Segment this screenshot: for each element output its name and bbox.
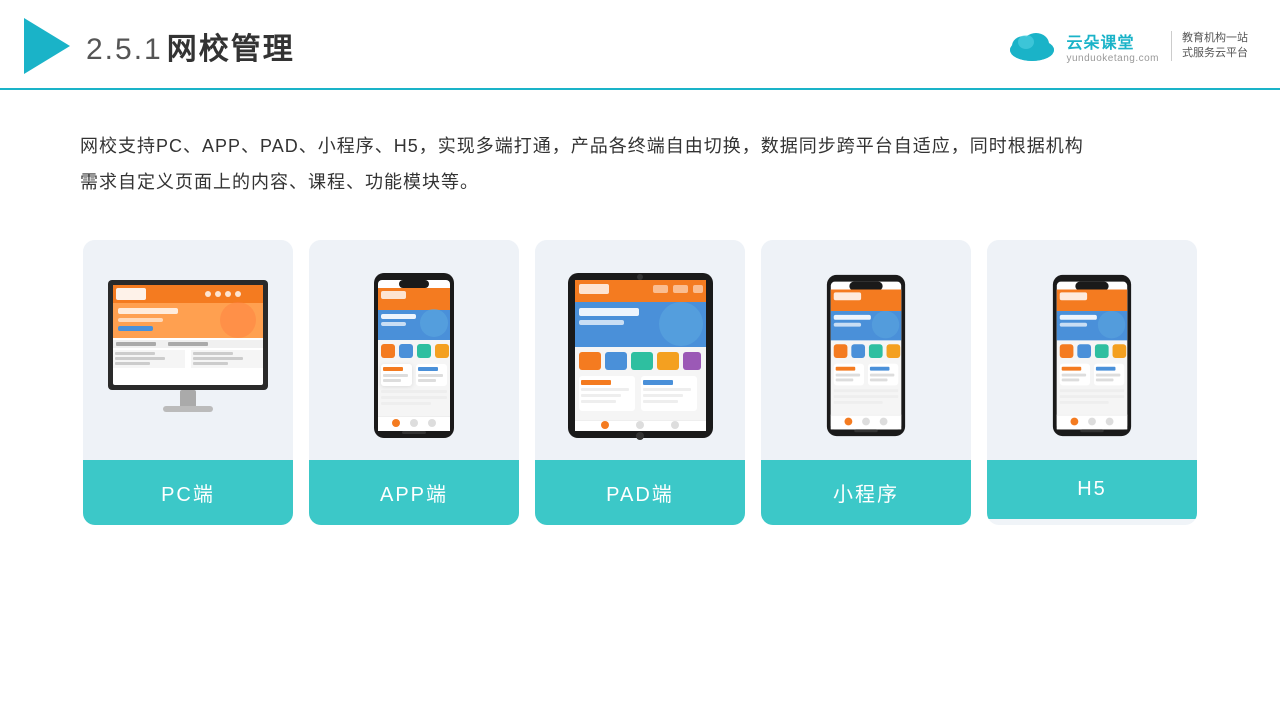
device-cards-container: PC端 (0, 220, 1280, 555)
h5-card: H5 (987, 240, 1197, 525)
app-card: APP端 (309, 240, 519, 525)
brand-text: 云朵课堂 yunduoketang.com (1066, 29, 1159, 64)
app-phone-image (369, 268, 459, 443)
header-right: 云朵课堂 yunduoketang.com 教育机构一站式服务云平台 (1006, 28, 1248, 64)
pad-label: PAD端 (535, 460, 745, 525)
brand-url: yunduoketang.com (1066, 53, 1159, 64)
page-title: 2.5.1网校管理 (86, 24, 295, 68)
miniprogram-phone-image (822, 268, 910, 443)
logo-triangle-icon (24, 18, 70, 74)
miniprogram-image-area (761, 240, 971, 460)
brand-logo: 云朵课堂 yunduoketang.com 教育机构一站式服务云平台 (1006, 28, 1248, 64)
h5-phone-image (1048, 268, 1136, 443)
miniprogram-card: 小程序 (761, 240, 971, 525)
brand-name: 云朵课堂 (1066, 29, 1134, 53)
pc-label: PC端 (83, 460, 293, 525)
section-number: 2.5.1 (86, 33, 163, 66)
pad-card: PAD端 (535, 240, 745, 525)
h5-label: H5 (987, 460, 1197, 519)
pad-image-area (535, 240, 745, 460)
brand-slogan: 教育机构一站式服务云平台 (1171, 31, 1248, 62)
pc-card: PC端 (83, 240, 293, 525)
pad-tablet-image (563, 268, 718, 443)
miniprogram-label: 小程序 (761, 460, 971, 525)
section-title: 网校管理 (167, 33, 295, 66)
app-image-area (309, 240, 519, 460)
header-left: 2.5.1网校管理 (24, 18, 295, 74)
app-label: APP端 (309, 460, 519, 525)
description-text: 网校支持PC、APP、PAD、小程序、H5，实现多端打通，产品各终端自由切换，数… (0, 90, 1280, 220)
page-header: 2.5.1网校管理 云朵课堂 yunduoketang.com 教育机构一站式服… (0, 0, 1280, 90)
h5-image-area (987, 240, 1197, 460)
pc-monitor-image (98, 270, 278, 440)
cloud-icon (1006, 28, 1058, 64)
pc-image-area (83, 240, 293, 460)
